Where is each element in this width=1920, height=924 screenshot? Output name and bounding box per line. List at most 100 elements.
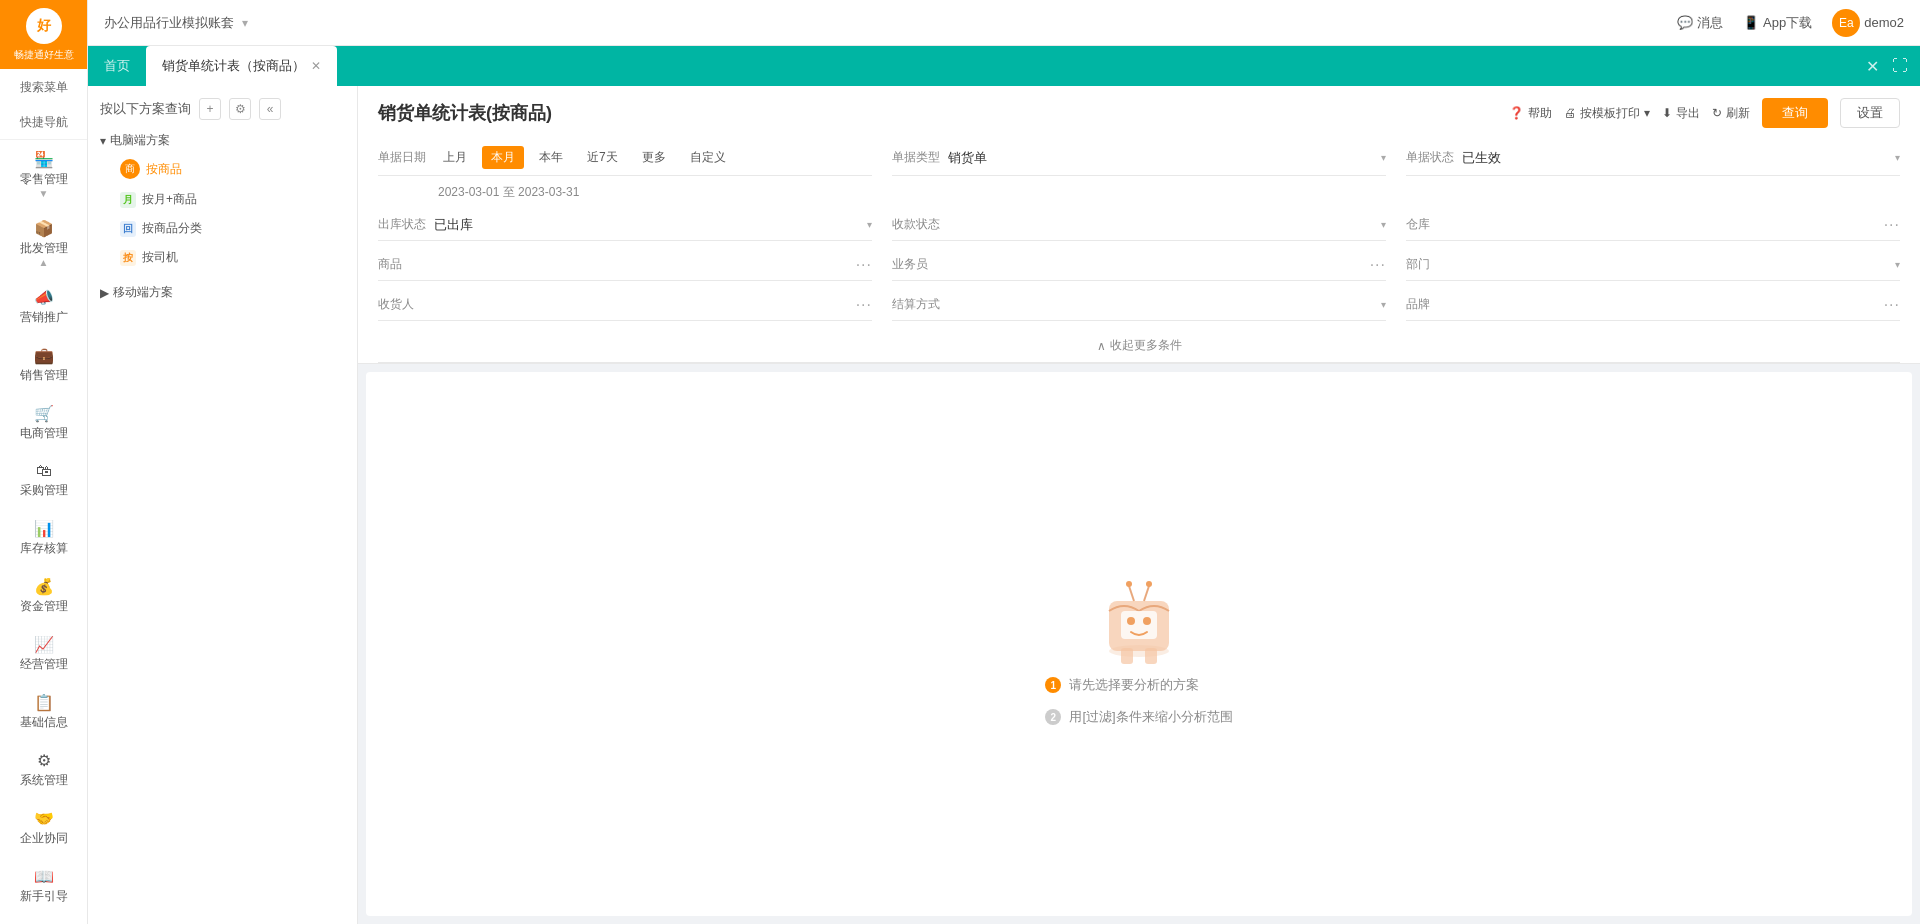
- scheme-settings-btn[interactable]: ⚙: [229, 98, 251, 120]
- enterprise-icon: 🤝: [34, 809, 54, 828]
- collapse-up-icon: ∧: [1097, 339, 1106, 353]
- query-btn[interactable]: 查询: [1762, 98, 1828, 128]
- filter-type-field: 单据类型 销货单 ▾: [892, 140, 1386, 176]
- app-name: 畅捷通好生意: [14, 48, 74, 61]
- basic-icon: 📋: [34, 693, 54, 712]
- tabbar-controls: ✕ ⛶: [1852, 54, 1920, 78]
- dept-dropdown-icon: ▾: [1895, 259, 1900, 270]
- right-panel: 销货单统计表(按商品) ❓ 帮助 🖨 按模板打印 ▾ ⬇: [358, 86, 1920, 924]
- tab-expand-btn[interactable]: ⛶: [1888, 54, 1912, 78]
- add-scheme-btn[interactable]: +: [199, 98, 221, 120]
- date-btn-thismonth[interactable]: 本月: [482, 146, 524, 169]
- page-title: 销货单统计表(按商品): [378, 101, 552, 125]
- sidebar-item-guide[interactable]: 📖 新手引导: [0, 857, 87, 915]
- step-num-2: 2: [1045, 709, 1061, 725]
- date-btn-custom[interactable]: 自定义: [681, 146, 735, 169]
- sidebar-item-apps[interactable]: 🧩 应用中心: [0, 915, 87, 924]
- export-btn[interactable]: ⬇ 导出: [1662, 105, 1700, 122]
- filter-paystatus-control[interactable]: ▾: [948, 219, 1386, 230]
- filter-dept-control[interactable]: ▾: [1461, 259, 1900, 270]
- retail-icon: 🏪: [34, 150, 54, 169]
- content-area: 按以下方案查询 + ⚙ « ▾ 电脑端方案 商 按商品 月 按月+商品: [88, 86, 1920, 924]
- paystatus-dropdown-icon: ▾: [1381, 219, 1386, 230]
- tabbar: 首页 销货单统计表（按商品） ✕ ✕ ⛶: [88, 46, 1920, 86]
- filter-area: 单据日期 上月 本月 本年 近7天 更多 自定义: [378, 140, 1900, 321]
- sidebar-item-purchase-label: 采购管理: [20, 482, 68, 499]
- sidebar-item-operations[interactable]: 📈 经营管理: [0, 625, 87, 683]
- expand-mobile-arrow-icon: ▶: [100, 286, 109, 300]
- filter-staff-control[interactable]: ···: [947, 256, 1386, 274]
- scheme-item-by-product[interactable]: 商 按商品: [88, 153, 357, 185]
- collapse-btn[interactable]: ∧ 收起更多条件: [1097, 337, 1182, 354]
- filter-product-field: 商品 ···: [378, 249, 872, 281]
- sidebar-item-system-label: 系统管理: [20, 772, 68, 789]
- svg-point-3: [1127, 617, 1135, 625]
- filter-row-3: 商品 ··· 业务员 ··· 部门: [378, 249, 1900, 281]
- help-btn[interactable]: ❓ 帮助: [1509, 105, 1552, 122]
- marketing-icon: 📣: [34, 288, 54, 307]
- sidebar-item-inventory[interactable]: 📊 库存核算: [0, 509, 87, 567]
- filter-product-control[interactable]: ···: [433, 256, 872, 274]
- date-btn-7days[interactable]: 近7天: [578, 146, 627, 169]
- sidebar-item-marketing[interactable]: 📣 营销推广: [0, 278, 87, 336]
- sidebar-item-sales[interactable]: 💼 销售管理: [0, 336, 87, 394]
- filter-warehouse-control[interactable]: ···: [1461, 216, 1900, 234]
- scheme-icon-month: 月: [120, 192, 136, 208]
- sidebar-item-wholesale[interactable]: 📦 批发管理 ▲: [0, 209, 87, 278]
- date-btn-lastmonth[interactable]: 上月: [434, 146, 476, 169]
- message-btn[interactable]: 💬 消息: [1677, 14, 1723, 32]
- system-icon: ⚙: [37, 751, 51, 770]
- app-download-btn[interactable]: 📱 App下载: [1743, 14, 1812, 32]
- filter-outstatus-value: 已出库: [434, 216, 867, 234]
- filter-paystatus-field: 收款状态 ▾: [892, 209, 1386, 241]
- empty-step-1: 1 请先选择要分析的方案: [1045, 676, 1232, 694]
- topbar-right: 💬 消息 📱 App下载 Ea demo2: [1677, 9, 1904, 37]
- scheme-icon-category: 回: [120, 221, 136, 237]
- sidebar-item-ecommerce[interactable]: 🛒 电商管理: [0, 394, 87, 452]
- sidebar-item-retail[interactable]: 🏪 零售管理 ▼: [0, 140, 87, 209]
- date-btn-more[interactable]: 更多: [633, 146, 675, 169]
- brand-more-icon: ···: [1884, 296, 1900, 314]
- search-menu-btn[interactable]: 搜索菜单: [0, 69, 87, 106]
- settings-btn[interactable]: 设置: [1840, 98, 1900, 128]
- filter-settle-control[interactable]: ▾: [948, 299, 1386, 310]
- scheme-section-desktop: ▾ 电脑端方案 商 按商品 月 按月+商品 回 按商品分类 按 按司机: [88, 128, 357, 280]
- logo-icon: 好: [26, 8, 62, 44]
- tab-close-btn[interactable]: ✕: [1860, 54, 1884, 78]
- topbar-dropdown-btn[interactable]: ▾: [242, 16, 248, 30]
- filter-status-field: 单据状态 已生效 ▾: [1406, 140, 1900, 176]
- scheme-group-desktop[interactable]: ▾ 电脑端方案: [88, 128, 357, 153]
- filter-status-value: 已生效: [1462, 149, 1895, 167]
- scheme-item-by-category[interactable]: 回 按商品分类: [88, 214, 357, 243]
- ecommerce-icon: 🛒: [34, 404, 54, 423]
- scheme-group-mobile[interactable]: ▶ 移动端方案: [88, 280, 357, 305]
- scheme-item-by-month-product[interactable]: 月 按月+商品: [88, 185, 357, 214]
- quick-nav-btn[interactable]: 快捷导航: [0, 106, 87, 140]
- date-btn-thisyear[interactable]: 本年: [530, 146, 572, 169]
- filter-outstatus-control[interactable]: 已出库 ▾: [434, 216, 872, 234]
- active-scheme-icon: 商: [120, 159, 140, 179]
- filter-type-control[interactable]: 销货单 ▾: [948, 149, 1386, 167]
- sidebar-item-basic[interactable]: 📋 基础信息: [0, 683, 87, 741]
- sidebar-item-purchase[interactable]: 🛍 采购管理: [0, 452, 87, 509]
- sidebar-item-enterprise[interactable]: 🤝 企业协同: [0, 799, 87, 857]
- filter-brand-control[interactable]: ···: [1461, 296, 1900, 314]
- sidebar-item-retail-label: 零售管理: [20, 171, 68, 188]
- collapse-panel-btn[interactable]: «: [259, 98, 281, 120]
- refresh-btn[interactable]: ↻ 刷新: [1712, 105, 1750, 122]
- svg-rect-9: [1121, 648, 1133, 664]
- filter-type-label: 单据类型: [892, 149, 948, 166]
- print-btn[interactable]: 🖨 按模板打印 ▾: [1564, 105, 1650, 122]
- sidebar-item-finance[interactable]: 💰 资金管理: [0, 567, 87, 625]
- scheme-item-by-driver[interactable]: 按 按司机: [88, 243, 357, 272]
- tab-home[interactable]: 首页: [88, 46, 146, 86]
- filter-status-control[interactable]: 已生效 ▾: [1462, 149, 1900, 167]
- filter-receiver-control[interactable]: ···: [433, 296, 872, 314]
- filter-paystatus-label: 收款状态: [892, 216, 948, 233]
- tab-report[interactable]: 销货单统计表（按商品） ✕: [146, 46, 337, 86]
- sidebar-item-guide-label: 新手引导: [20, 888, 68, 905]
- user-profile-btn[interactable]: Ea demo2: [1832, 9, 1904, 37]
- filter-product-label: 商品: [378, 256, 433, 273]
- tab-report-close[interactable]: ✕: [311, 59, 321, 73]
- sidebar-item-system[interactable]: ⚙ 系统管理: [0, 741, 87, 799]
